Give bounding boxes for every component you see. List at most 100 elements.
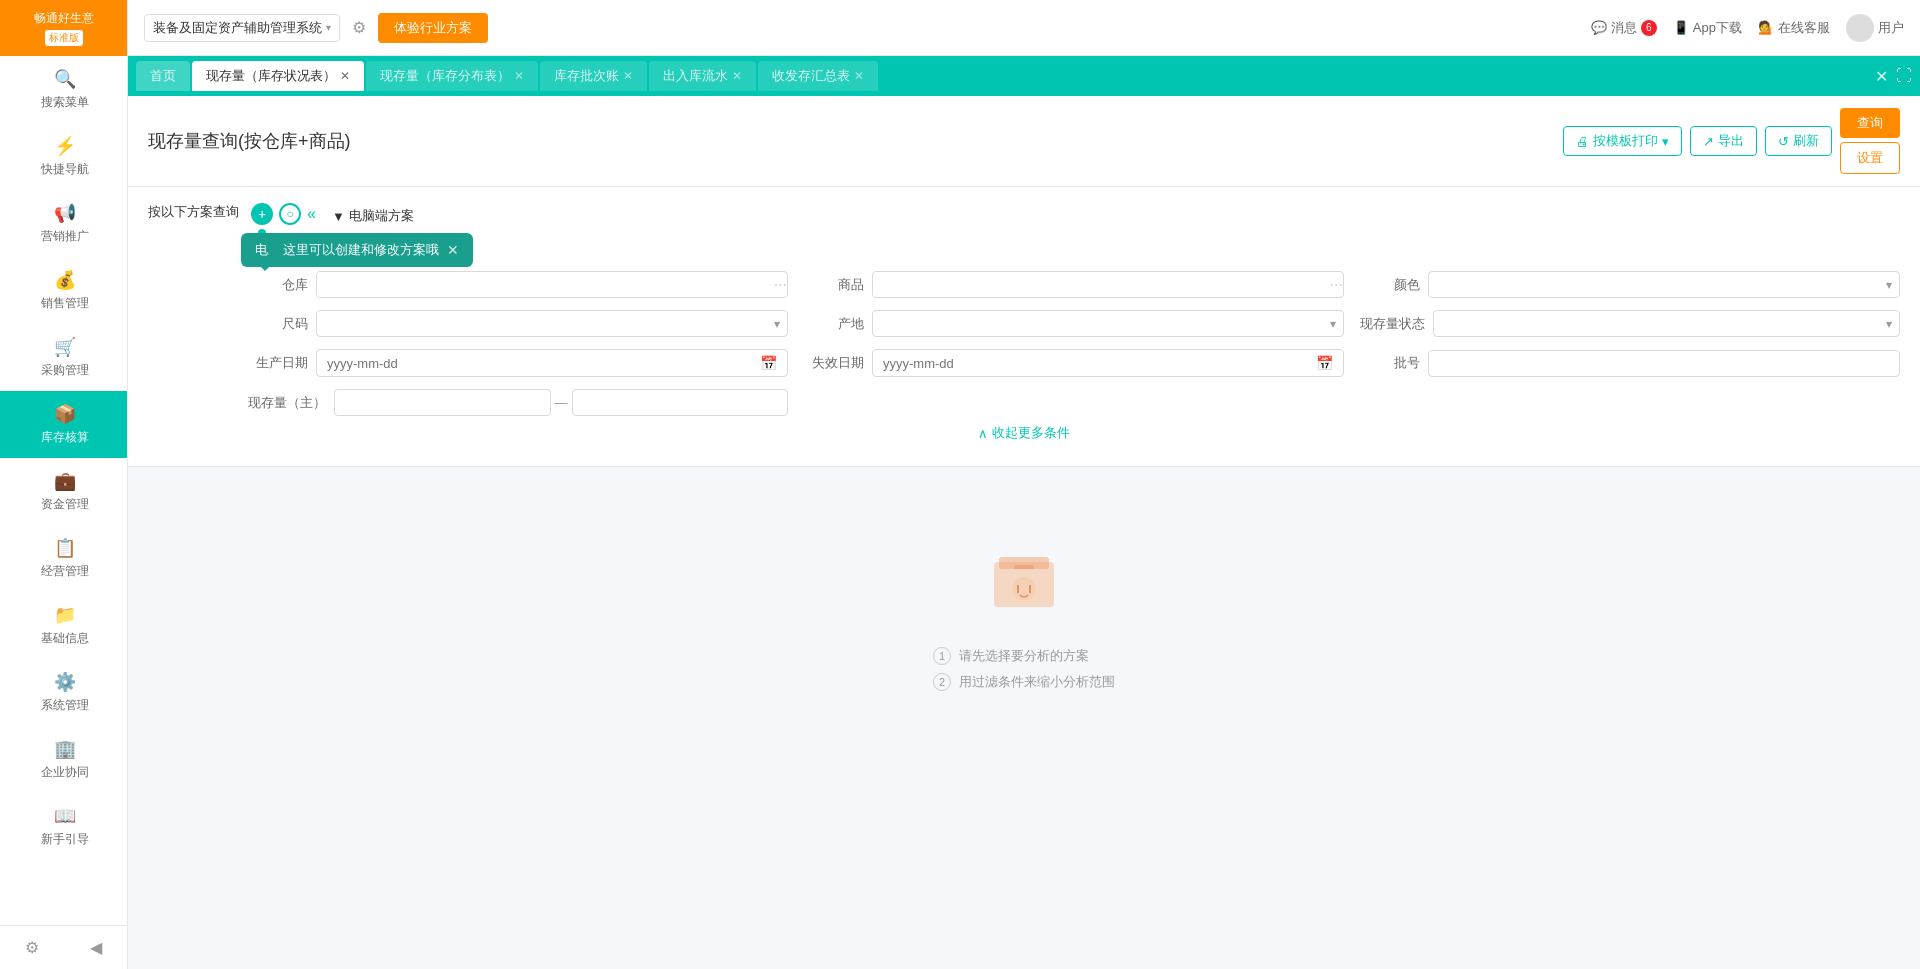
- operation-icon: 📋: [54, 537, 76, 559]
- notifications-btn[interactable]: 💬 消息 6: [1591, 19, 1657, 37]
- stock-status-select[interactable]: [1433, 310, 1900, 337]
- production-date-calendar-icon[interactable]: 📅: [760, 355, 777, 371]
- online-service-btn[interactable]: 💁 在线客服: [1758, 19, 1830, 37]
- batch-no-input[interactable]: [1428, 350, 1900, 377]
- empty-state: 1 请先选择要分析的方案 2 用过滤条件来缩小分析范围: [128, 467, 1920, 751]
- sidebar-item-operation[interactable]: 📋 经营管理: [0, 525, 127, 592]
- tab-fullscreen-icon[interactable]: ⛶: [1896, 67, 1912, 86]
- tab-inventory-status[interactable]: 现存量（库存状况表） ✕: [192, 61, 364, 91]
- origin-select[interactable]: [872, 310, 1344, 337]
- refresh-icon: ↺: [1778, 134, 1789, 149]
- size-select[interactable]: [316, 310, 788, 337]
- tab-inventory-dist-label: 现存量（库存分布表）: [380, 67, 510, 85]
- production-date-input[interactable]: [327, 356, 754, 371]
- warehouse-dots-btn[interactable]: ···: [774, 276, 787, 294]
- tab-inventory-status-close[interactable]: ✕: [340, 69, 350, 83]
- filter-fields-row2: 尺码 产地: [148, 310, 1900, 337]
- stock-status-field: 现存量状态: [1360, 310, 1900, 337]
- warehouse-label: 仓库: [248, 276, 308, 294]
- color-select[interactable]: [1428, 271, 1900, 298]
- purchase-icon: 🛒: [54, 336, 76, 358]
- pc-scheme-group[interactable]: ▼ 电脑端方案: [332, 203, 414, 229]
- system-icon: ⚙️: [54, 671, 76, 693]
- user-profile-btn[interactable]: 用户: [1846, 14, 1904, 42]
- sidebar-label-inventory: 库存核算: [41, 429, 89, 446]
- basic-info-icon: 📁: [54, 604, 76, 626]
- app-download-label: App下载: [1693, 19, 1742, 37]
- tab-inout-flow-close[interactable]: ✕: [732, 69, 742, 83]
- warehouse-input[interactable]: [317, 272, 770, 297]
- stock-qty-min[interactable]: [334, 389, 551, 416]
- edit-scheme-container: ○ 这里可以创建和修改方案哦 ✕: [279, 203, 301, 225]
- main-area: 装备及固定资产辅助管理系统 ▾ ⚙ 体验行业方案 💬 消息 6 📱 App下载 …: [128, 0, 1920, 969]
- template-print-btn[interactable]: 🖨 按模板打印 ▾: [1563, 126, 1682, 156]
- tab-inout-flow[interactable]: 出入库流水 ✕: [649, 61, 756, 91]
- edit-tooltip-close[interactable]: ✕: [447, 242, 459, 258]
- tab-home[interactable]: 首页: [136, 61, 190, 91]
- sidebar-item-purchase[interactable]: 🛒 采购管理: [0, 324, 127, 391]
- goods-input[interactable]: [873, 272, 1326, 297]
- refresh-btn[interactable]: ↺ 刷新: [1765, 126, 1832, 156]
- goods-field: 商品 ···: [804, 271, 1344, 298]
- warehouse-field: 仓库 ···: [248, 271, 788, 298]
- app-download-btn[interactable]: 📱 App下载: [1673, 19, 1742, 37]
- size-label: 尺码: [248, 315, 308, 333]
- sidebar-collapse-btn[interactable]: ◀: [90, 938, 102, 957]
- online-service-icon: 💁: [1758, 20, 1774, 35]
- expiry-date-input[interactable]: [883, 356, 1310, 371]
- expiry-date-calendar-icon[interactable]: 📅: [1316, 355, 1333, 371]
- stock-qty-separator: —: [555, 395, 568, 410]
- tab-inventory-dist[interactable]: 现存量（库存分布表） ✕: [366, 61, 538, 91]
- tip-text-1: 请先选择要分析的方案: [959, 647, 1089, 665]
- system-selector[interactable]: 装备及固定资产辅助管理系统 ▾: [144, 14, 340, 42]
- sidebar-item-inventory[interactable]: 📦 库存核算: [0, 391, 127, 458]
- sidebar-item-system[interactable]: ⚙️ 系统管理: [0, 659, 127, 726]
- sales-icon: 💰: [54, 269, 76, 291]
- sidebar-item-quick-nav[interactable]: ⚡ 快捷导航: [0, 123, 127, 190]
- notifications-label: 消息: [1611, 19, 1637, 37]
- tab-receive-summary[interactable]: 收发存汇总表 ✕: [758, 61, 878, 91]
- collapse-scheme-btn[interactable]: «: [307, 205, 316, 223]
- page-header: 现存量查询(按仓库+商品) 🖨 按模板打印 ▾ ↗ 导出 ↺ 刷新 查询 设置: [128, 96, 1920, 187]
- sidebar-label-sales: 销售管理: [41, 295, 89, 312]
- tab-inventory-batch-close[interactable]: ✕: [623, 69, 633, 83]
- sidebar-settings-btn[interactable]: ⚙: [25, 938, 39, 957]
- sidebar-item-finance[interactable]: 💼 资金管理: [0, 458, 127, 525]
- tab-inventory-batch[interactable]: 库存批次账 ✕: [540, 61, 647, 91]
- goods-dots-btn[interactable]: ···: [1330, 276, 1343, 294]
- origin-label: 产地: [804, 315, 864, 333]
- tab-close-all-icon[interactable]: ✕: [1875, 67, 1888, 86]
- sidebar-item-basic-info[interactable]: 📁 基础信息: [0, 592, 127, 659]
- trial-btn[interactable]: 体验行业方案: [378, 13, 488, 43]
- tab-inventory-dist-close[interactable]: ✕: [514, 69, 524, 83]
- user-avatar: [1846, 14, 1874, 42]
- sidebar-item-search-menu[interactable]: 🔍 搜索菜单: [0, 56, 127, 123]
- stock-qty-max[interactable]: [572, 389, 789, 416]
- sidebar-label-finance: 资金管理: [41, 496, 89, 513]
- sidebar-label-search-menu: 搜索菜单: [41, 94, 89, 111]
- tab-home-label: 首页: [150, 67, 176, 85]
- tip-num-2: 2: [933, 673, 951, 691]
- tabs-bar: 首页 现存量（库存状况表） ✕ 现存量（库存分布表） ✕ 库存批次账 ✕ 出入库…: [128, 56, 1920, 96]
- refresh-label: 刷新: [1793, 132, 1819, 150]
- origin-field: 产地: [804, 310, 1344, 337]
- sidebar: 畅通好生意 标准版 🔍 搜索菜单 ⚡ 快捷导航 📢 营销推广 💰 销售管理 🛒 …: [0, 0, 128, 969]
- export-btn[interactable]: ↗ 导出: [1690, 126, 1757, 156]
- sidebar-item-sales[interactable]: 💰 销售管理: [0, 257, 127, 324]
- collapse-btn[interactable]: ∧ 收起更多条件: [148, 416, 1900, 450]
- expiry-date-field: 失效日期 📅: [804, 349, 1344, 377]
- sidebar-item-marketing[interactable]: 📢 营销推广: [0, 190, 127, 257]
- logo-text: 畅通好生意: [34, 10, 94, 27]
- settings-gear-icon[interactable]: ⚙: [352, 18, 366, 37]
- pc-scheme-arrow: ▼: [332, 209, 345, 224]
- goods-label: 商品: [804, 276, 864, 294]
- search-btn[interactable]: 查询: [1840, 108, 1900, 138]
- edit-scheme-btn[interactable]: ○: [279, 203, 301, 225]
- expiry-date-label: 失效日期: [804, 354, 864, 372]
- tab-receive-summary-close[interactable]: ✕: [854, 69, 864, 83]
- reset-btn[interactable]: 设置: [1840, 142, 1900, 174]
- sidebar-item-enterprise[interactable]: 🏢 企业协同: [0, 726, 127, 793]
- system-title: 装备及固定资产辅助管理系统: [153, 19, 322, 37]
- add-scheme-btn[interactable]: +: [251, 203, 273, 225]
- sidebar-item-guide[interactable]: 📖 新手引导: [0, 793, 127, 860]
